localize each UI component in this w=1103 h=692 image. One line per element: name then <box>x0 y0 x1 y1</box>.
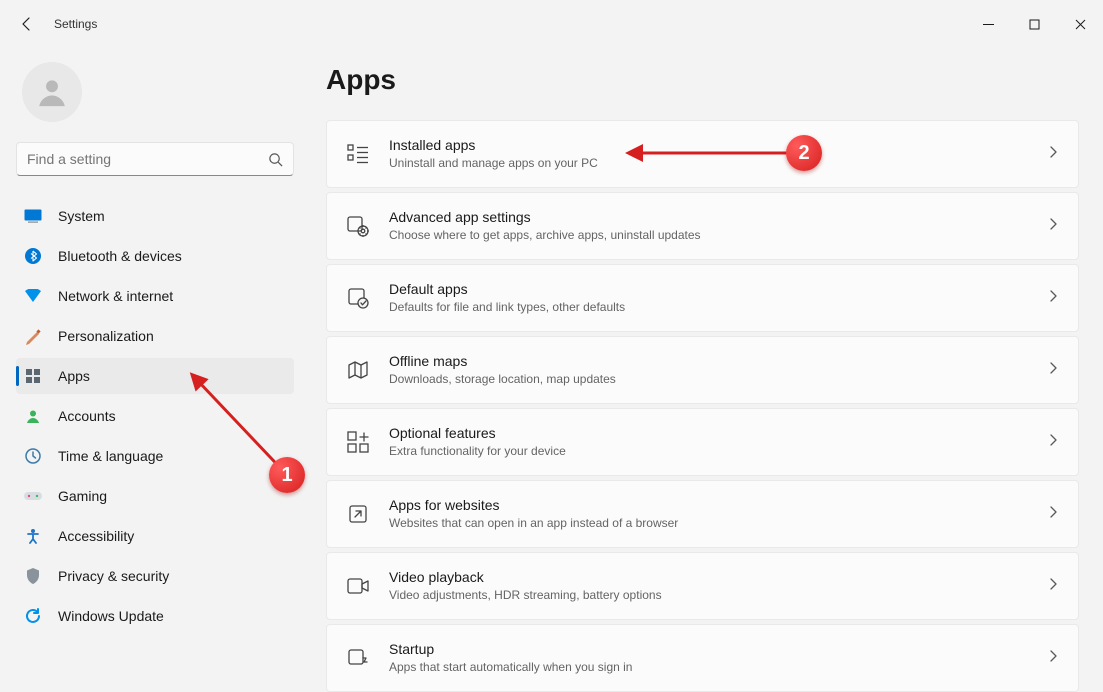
card-subtitle: Choose where to get apps, archive apps, … <box>389 227 1049 244</box>
card-advanced-app-settings[interactable]: Advanced app settings Choose where to ge… <box>326 192 1079 260</box>
card-apps-for-websites[interactable]: Apps for websites Websites that can open… <box>326 480 1079 548</box>
card-title: Optional features <box>389 424 1049 443</box>
sidebar-item-label: Privacy & security <box>58 568 169 584</box>
offline-maps-icon <box>345 357 371 383</box>
search-input-container[interactable] <box>16 142 294 176</box>
minimize-button[interactable] <box>965 8 1011 40</box>
card-video-playback[interactable]: Video playback Video adjustments, HDR st… <box>326 552 1079 620</box>
chevron-right-icon <box>1049 505 1058 524</box>
card-optional-features[interactable]: Optional features Extra functionality fo… <box>326 408 1079 476</box>
window-controls <box>965 8 1103 40</box>
card-subtitle: Downloads, storage location, map updates <box>389 371 1049 388</box>
gaming-icon <box>24 487 42 505</box>
sidebar-item-bluetooth[interactable]: Bluetooth & devices <box>16 238 294 274</box>
close-button[interactable] <box>1057 8 1103 40</box>
card-subtitle: Video adjustments, HDR streaming, batter… <box>389 587 1049 604</box>
video-playback-icon <box>345 573 371 599</box>
chevron-right-icon <box>1049 649 1058 668</box>
privacy-icon <box>24 567 42 585</box>
installed-apps-icon <box>345 141 371 167</box>
sidebar-item-label: Accessibility <box>58 528 134 544</box>
sidebar-item-label: Personalization <box>58 328 154 344</box>
sidebar-item-label: Apps <box>58 368 90 384</box>
annotation-badge-1: 1 <box>269 457 305 493</box>
card-title: Default apps <box>389 280 1049 299</box>
accessibility-icon <box>24 527 42 545</box>
card-title: Offline maps <box>389 352 1049 371</box>
sidebar-item-windows-update[interactable]: Windows Update <box>16 598 294 634</box>
default-apps-icon <box>345 285 371 311</box>
back-button[interactable] <box>16 14 36 34</box>
startup-icon <box>345 645 371 671</box>
chevron-right-icon <box>1049 217 1058 236</box>
titlebar: Settings <box>0 0 1103 48</box>
sidebar-item-label: System <box>58 208 105 224</box>
sidebar-item-privacy[interactable]: Privacy & security <box>16 558 294 594</box>
sidebar-item-personalization[interactable]: Personalization <box>16 318 294 354</box>
sidebar-item-label: Gaming <box>58 488 107 504</box>
windows-update-icon <box>24 607 42 625</box>
chevron-right-icon <box>1049 433 1058 452</box>
chevron-right-icon <box>1049 361 1058 380</box>
advanced-settings-icon <box>345 213 371 239</box>
system-icon <box>24 207 42 225</box>
card-title: Video playback <box>389 568 1049 587</box>
time-language-icon <box>24 447 42 465</box>
chevron-right-icon <box>1049 577 1058 596</box>
sidebar-item-label: Windows Update <box>58 608 164 624</box>
bluetooth-icon <box>24 247 42 265</box>
card-subtitle: Defaults for file and link types, other … <box>389 299 1049 316</box>
card-subtitle: Websites that can open in an app instead… <box>389 515 1049 532</box>
card-title: Apps for websites <box>389 496 1049 515</box>
sidebar-item-label: Bluetooth & devices <box>58 248 182 264</box>
card-subtitle: Apps that start automatically when you s… <box>389 659 1049 676</box>
card-startup[interactable]: Startup Apps that start automatically wh… <box>326 624 1079 692</box>
accounts-icon <box>24 407 42 425</box>
search-icon <box>268 152 283 167</box>
annotation-badge-2: 2 <box>786 135 822 171</box>
apps-icon <box>24 367 42 385</box>
search-input[interactable] <box>27 151 268 167</box>
chevron-right-icon <box>1049 145 1058 164</box>
sidebar-item-system[interactable]: System <box>16 198 294 234</box>
user-icon <box>35 75 69 109</box>
window-title: Settings <box>54 17 97 31</box>
sidebar-item-label: Network & internet <box>58 288 173 304</box>
apps-for-websites-icon <box>345 501 371 527</box>
optional-features-icon <box>345 429 371 455</box>
sidebar-item-label: Time & language <box>58 448 163 464</box>
card-title: Startup <box>389 640 1049 659</box>
card-offline-maps[interactable]: Offline maps Downloads, storage location… <box>326 336 1079 404</box>
card-default-apps[interactable]: Default apps Defaults for file and link … <box>326 264 1079 332</box>
sidebar-item-network[interactable]: Network & internet <box>16 278 294 314</box>
sidebar-item-label: Accounts <box>58 408 116 424</box>
annotation-arrow-2 <box>625 143 805 163</box>
personalization-icon <box>24 327 42 345</box>
card-subtitle: Extra functionality for your device <box>389 443 1049 460</box>
chevron-right-icon <box>1049 289 1058 308</box>
avatar[interactable] <box>22 62 82 122</box>
maximize-button[interactable] <box>1011 8 1057 40</box>
network-icon <box>24 287 42 305</box>
card-title: Advanced app settings <box>389 208 1049 227</box>
page-title: Apps <box>326 64 1079 96</box>
sidebar-item-accessibility[interactable]: Accessibility <box>16 518 294 554</box>
